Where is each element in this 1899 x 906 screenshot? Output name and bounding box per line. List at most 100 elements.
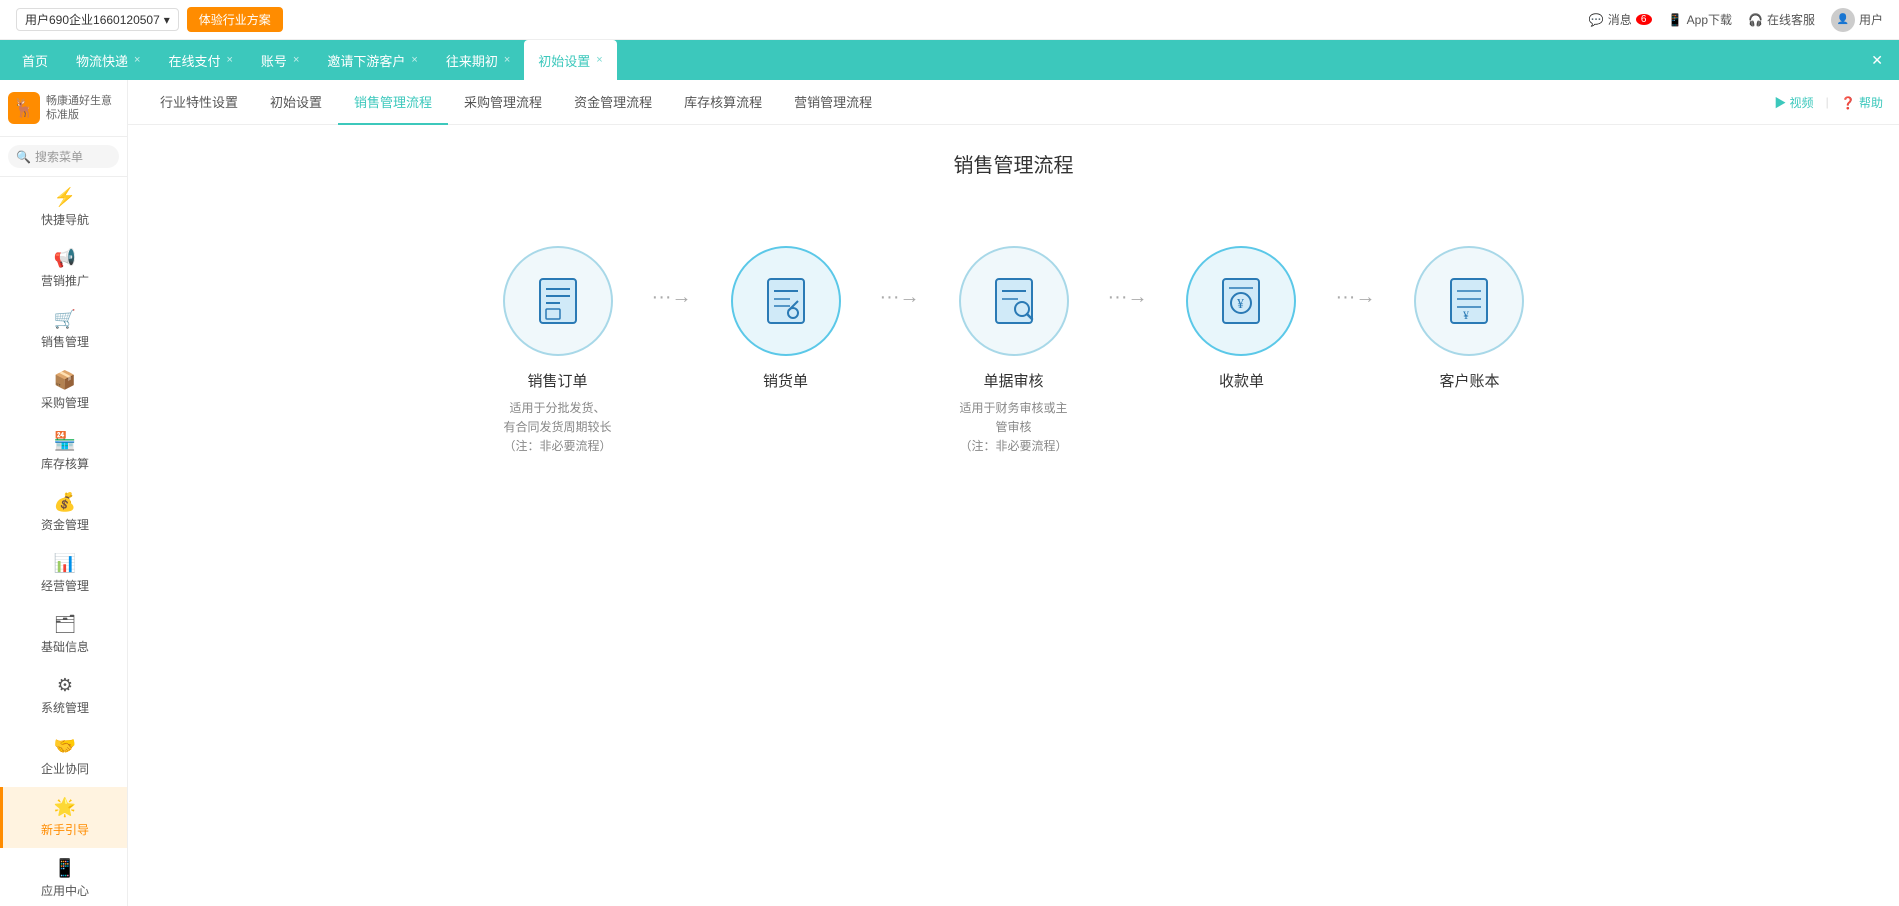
logo-icon: 🦌 <box>8 92 40 124</box>
user-label: 用户690企业1660120507 <box>25 11 160 28</box>
trial-button[interactable]: 体验行业方案 <box>187 7 283 32</box>
layout: 🦌 畅康通好生意 标准版 🔍 搜索菜单 ⚡ 快捷导航 📢 营销推广 🛒 销售管理… <box>0 80 1899 906</box>
nav-tab-period[interactable]: 往来期初 × <box>432 40 524 80</box>
sub-tab-finance-flow-label: 资金管理流程 <box>574 95 652 110</box>
nav-tab-home[interactable]: 首页 <box>8 40 62 80</box>
sidebar-item-app-center[interactable]: 📱 应用中心 <box>0 848 127 906</box>
content-area: 行业特性设置 初始设置 销售管理流程 采购管理流程 资金管理流程 库存核算流程 … <box>128 80 1899 906</box>
sub-tab-init[interactable]: 初始设置 <box>254 80 338 125</box>
main-nav-close[interactable]: ✕ <box>1863 48 1891 73</box>
nav-close-period[interactable]: × <box>504 54 510 66</box>
sidebar-item-basic-info-label: 基础信息 <box>41 638 89 655</box>
sidebar-item-marketing-promo-label: 营销推广 <box>41 272 89 289</box>
app-download-item[interactable]: 📱 App下载 <box>1668 11 1732 28</box>
help-icon: ❓ <box>1841 96 1856 110</box>
sidebar-item-finance-label: 资金管理 <box>41 516 89 533</box>
sidebar-item-sales[interactable]: 🛒 销售管理 <box>0 299 127 360</box>
flow-step-approval-title: 单据审核 <box>983 370 1043 391</box>
sidebar-item-system[interactable]: ⚙ 系统管理 <box>0 665 127 726</box>
sidebar-item-quick[interactable]: ⚡ 快捷导航 <box>0 177 127 238</box>
nav-tab-payment[interactable]: 在线支付 × <box>154 40 246 80</box>
sidebar-item-quick-label: 快捷导航 <box>41 211 89 228</box>
flow-step-sales-order-title: 销售订单 <box>528 370 588 391</box>
sub-tab-marketing-flow-label: 营销管理流程 <box>794 95 872 110</box>
video-link[interactable]: ▶ 视频 <box>1774 94 1813 111</box>
nav-tab-invite[interactable]: 邀请下游客户 × <box>313 40 431 80</box>
sidebar-item-system-label: 系统管理 <box>41 699 89 716</box>
nav-close-account[interactable]: × <box>293 54 299 66</box>
avatar: 👤 <box>1831 8 1855 32</box>
top-bar-left: 用户690企业1660120507 ▾ 体验行业方案 <box>16 7 283 32</box>
flow-arrow-2: ···→ <box>880 246 920 309</box>
nav-close-init-settings[interactable]: × <box>596 54 602 66</box>
sub-tabs-right: ▶ 视频 | ❓ 帮助 <box>1774 94 1883 111</box>
top-bar: 用户690企业1660120507 ▾ 体验行业方案 💬 消息 6 📱 App下… <box>0 0 1899 40</box>
arrow-icon-4: ···→ <box>1335 286 1375 309</box>
sidebar-item-basic-info[interactable]: 🗂 基础信息 <box>0 604 127 665</box>
user-name-label: 用户 <box>1859 11 1883 28</box>
app-center-icon: 📱 <box>54 858 76 879</box>
svg-text:¥: ¥ <box>1463 308 1469 322</box>
help-link[interactable]: ❓ 帮助 <box>1841 94 1883 111</box>
top-bar-right: 💬 消息 6 📱 App下载 🎧 在线客服 👤 用户 <box>1589 8 1883 32</box>
flow-step-customer-ledger-title: 客户账本 <box>1439 370 1499 391</box>
user-selector[interactable]: 用户690企业1660120507 ▾ <box>16 8 179 31</box>
flow-step-sales-order: 销售订单 适用于分批发货、有合同发货周期较长（注：非必要流程） <box>468 246 648 457</box>
purchase-icon: 📦 <box>54 370 76 391</box>
sub-tab-sales-flow[interactable]: 销售管理流程 <box>338 80 448 125</box>
sub-tab-purchase-flow[interactable]: 采购管理流程 <box>448 80 558 125</box>
main-nav: 首页 物流快递 × 在线支付 × 账号 × 邀请下游客户 × 往来期初 × 初始… <box>0 40 1899 80</box>
sidebar-item-guide[interactable]: 🌟 新手引导 <box>0 787 127 848</box>
flow-step-customer-ledger: ¥ 客户账本 <box>1379 246 1559 399</box>
flow-step-sales-invoice: 销货单 <box>696 246 876 399</box>
collab-icon: 🤝 <box>54 736 76 757</box>
logo-line1: 畅康通好生意 <box>46 94 112 108</box>
flow-diagram: 销售订单 适用于分批发货、有合同发货周期较长（注：非必要流程） ···→ <box>152 226 1875 477</box>
nav-tab-payment-label: 在线支付 <box>168 51 220 70</box>
operations-icon: 📊 <box>54 553 76 574</box>
flow-step-approval-desc: 适用于财务审核或主管审核（注：非必要流程） <box>959 399 1067 457</box>
nav-tab-account[interactable]: 账号 × <box>247 40 313 80</box>
sidebar-item-inventory[interactable]: 🏪 库存核算 <box>0 421 127 482</box>
sub-tab-finance-flow[interactable]: 资金管理流程 <box>558 80 668 125</box>
sidebar-item-app-center-label: 应用中心 <box>41 882 89 899</box>
basic-info-icon: 🗂 <box>54 614 77 635</box>
nav-tab-period-label: 往来期初 <box>446 51 498 70</box>
sidebar-item-sales-label: 销售管理 <box>41 333 89 350</box>
sidebar-item-marketing-promo[interactable]: 📢 营销推广 <box>0 238 127 299</box>
user-avatar-item[interactable]: 👤 用户 <box>1831 8 1883 32</box>
nav-tab-init-settings[interactable]: 初始设置 × <box>524 40 616 80</box>
sidebar-item-inventory-label: 库存核算 <box>41 455 89 472</box>
sub-tab-marketing-flow[interactable]: 营销管理流程 <box>778 80 888 125</box>
sidebar-item-operations[interactable]: 📊 经营管理 <box>0 543 127 604</box>
logo-line2: 标准版 <box>46 108 112 122</box>
nav-close-logistics[interactable]: × <box>134 54 140 66</box>
app-download-label: App下载 <box>1687 11 1732 28</box>
online-service-item[interactable]: 🎧 在线客服 <box>1748 11 1815 28</box>
sales-icon: 🛒 <box>54 309 76 330</box>
sidebar-item-purchase[interactable]: 📦 采购管理 <box>0 360 127 421</box>
sub-tab-inventory-flow[interactable]: 库存核算流程 <box>668 80 778 125</box>
flow-arrow-1: ···→ <box>652 246 692 309</box>
nav-close-invite[interactable]: × <box>411 54 417 66</box>
guide-icon: 🌟 <box>54 797 76 818</box>
nav-close-payment[interactable]: × <box>226 54 232 66</box>
flow-circle-customer-ledger: ¥ <box>1414 246 1524 356</box>
sidebar-item-finance[interactable]: 💰 资金管理 <box>0 482 127 543</box>
message-label: 消息 <box>1608 11 1632 28</box>
flow-arrow-3: ···→ <box>1108 246 1148 309</box>
sub-tab-inventory-flow-label: 库存核算流程 <box>684 95 762 110</box>
dropdown-icon: ▾ <box>164 13 170 27</box>
sidebar: 🦌 畅康通好生意 标准版 🔍 搜索菜单 ⚡ 快捷导航 📢 营销推广 🛒 销售管理… <box>0 80 128 906</box>
marketing-promo-icon: 📢 <box>54 248 76 269</box>
search-icon: 🔍 <box>16 150 31 164</box>
svg-text:¥: ¥ <box>1237 297 1244 312</box>
sidebar-search-input[interactable]: 🔍 搜索菜单 <box>8 145 119 168</box>
sub-tab-industry[interactable]: 行业特性设置 <box>144 80 254 125</box>
message-item[interactable]: 💬 消息 6 <box>1589 11 1652 28</box>
arrow-icon-2: ···→ <box>880 286 920 309</box>
nav-tab-logistics[interactable]: 物流快递 × <box>62 40 154 80</box>
flow-step-receipt: ¥ 收款单 <box>1151 246 1331 399</box>
sidebar-item-collab[interactable]: 🤝 企业协同 <box>0 726 127 787</box>
sub-tabs: 行业特性设置 初始设置 销售管理流程 采购管理流程 资金管理流程 库存核算流程 … <box>128 80 1899 125</box>
